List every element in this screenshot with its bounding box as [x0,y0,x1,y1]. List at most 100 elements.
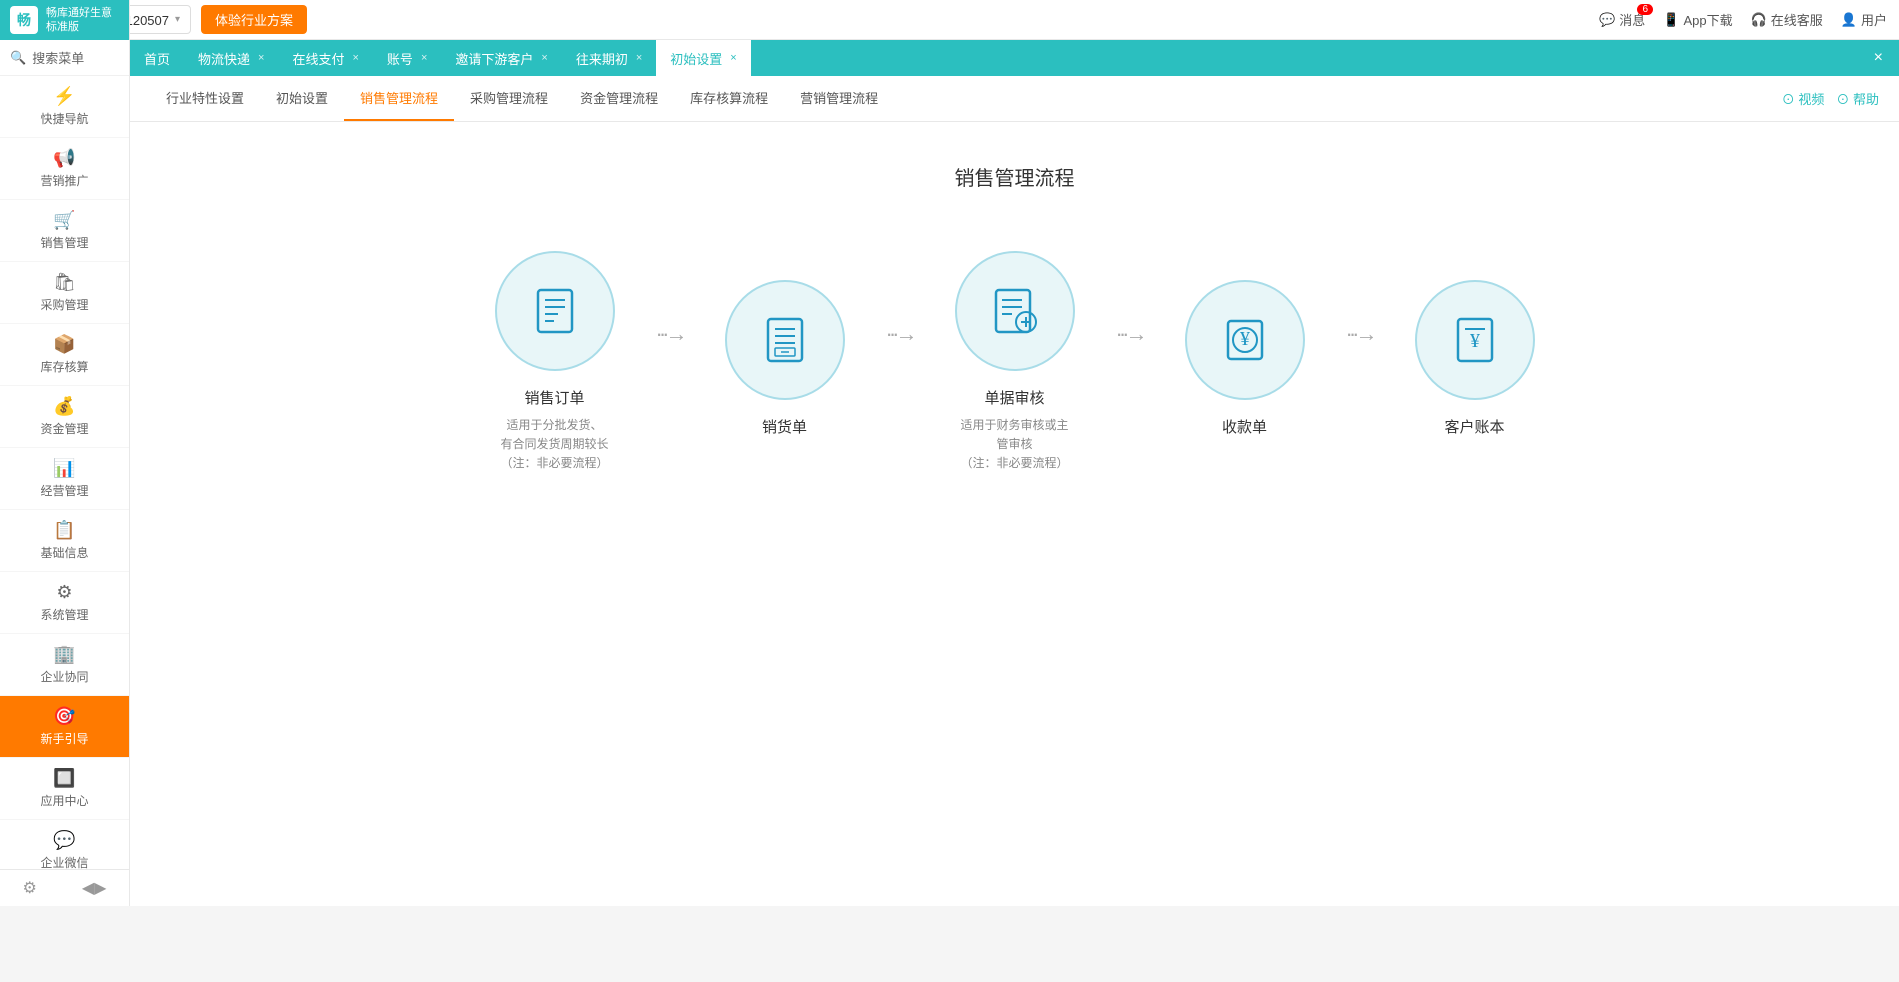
svg-text:¥: ¥ [1240,328,1250,350]
trial-button[interactable]: 体验行业方案 [201,5,307,34]
operations-icon: 📊 [53,458,75,479]
sidebar-item-label: 快捷导航 [40,110,88,127]
sidebar-search[interactable]: 🔍 搜索菜单 [0,40,129,76]
close-icon[interactable]: × [352,52,358,64]
close-icon[interactable]: × [421,52,427,64]
sub-tab-purchase-flow[interactable]: 采购管理流程 [454,76,564,121]
finance-icon: 💰 [53,396,75,417]
avatar-icon: 👤 [1841,12,1857,28]
online-service-button[interactable]: 🎧 在线客服 [1751,10,1823,29]
sub-tab-sales-flow[interactable]: 销售管理流程 [344,76,454,121]
tab-label: 往来期初 [576,49,628,68]
nav-tabs-close-all[interactable]: × [1874,49,1899,67]
sidebar-item-app-center[interactable]: 🔲 应用中心 [0,758,129,820]
close-icon[interactable]: × [258,52,264,64]
search-label: 搜索菜单 [32,48,84,67]
flow-step-title-sales-order: 销售订单 [524,387,584,408]
flow-arrow-3: ···→ [1105,321,1155,347]
sidebar-item-basic[interactable]: 📋 基础信息 [0,510,129,572]
flow-circle-account: ¥ [1415,280,1535,400]
tab-label: 邀请下游客户 [455,49,533,68]
flow-circle-audit [955,251,1075,371]
quick-nav-icon: ⚡ [53,86,75,107]
sidebar-item-guide[interactable]: 🎯 新手引导 [0,696,129,758]
sidebar-item-wechat[interactable]: 💬 企业微信 [0,820,129,869]
tab-init-settings[interactable]: 初始设置 × [656,40,750,76]
sales-icon: 🛒 [53,210,75,231]
flow-arrow-4: ···→ [1335,321,1385,347]
flow-circle-sales-order [495,251,615,371]
tab-home[interactable]: 首页 [130,40,184,76]
app-download-button[interactable]: 📱 App下载 [1663,10,1732,29]
flow-step-delivery[interactable]: 销货单 [695,280,875,445]
settings-bottom-icon[interactable]: ⚙ [23,878,37,898]
sidebar-item-quick-nav[interactable]: ⚡ 快捷导航 [0,76,129,138]
flow-step-sales-order[interactable]: 销售订单 适用于分批发货、有合同发货周期较长（注：非必要流程） [465,251,645,474]
app-download-label: App下载 [1683,10,1732,29]
sub-tab-industry[interactable]: 行业特性设置 [150,76,260,121]
tab-label: 首页 [144,49,170,68]
tab-period[interactable]: 往来期初 × [562,40,656,76]
tab-payment[interactable]: 在线支付 × [278,40,372,76]
tab-label: 初始设置 [670,49,722,68]
sidebar-item-enterprise[interactable]: 🏢 企业协同 [0,634,129,696]
flow-step-title-receipt: 收款单 [1222,416,1267,437]
video-link[interactable]: ⊙ 视频 [1782,89,1825,108]
flow-circle-receipt: ¥ [1185,280,1305,400]
sidebar-item-label: 库存核算 [40,358,88,375]
tab-label: 账号 [387,49,413,68]
flow-step-account[interactable]: ¥ 客户账本 [1385,280,1565,445]
sidebar-item-system[interactable]: ⚙ 系统管理 [0,572,129,634]
collapse-sidebar-icon[interactable]: ◀▶ [82,878,107,898]
tab-logistics[interactable]: 物流快递 × [184,40,278,76]
sidebar-item-operations[interactable]: 📊 经营管理 [0,448,129,510]
marketing-icon: 📢 [53,148,75,169]
sub-tab-finance-flow[interactable]: 资金管理流程 [564,76,674,121]
sidebar-item-label: 应用中心 [40,792,88,809]
app-center-icon: 🔲 [53,768,75,789]
tab-label: 在线支付 [292,49,344,68]
sidebar-item-finance[interactable]: 💰 资金管理 [0,386,129,448]
close-icon[interactable]: × [730,52,736,64]
main-content: 行业特性设置 初始设置 销售管理流程 采购管理流程 资金管理流程 库存核算流程 … [130,76,1899,906]
help-link[interactable]: ⊙ 帮助 [1836,89,1879,108]
flow-circle-delivery [725,280,845,400]
sidebar-item-label: 新手引导 [40,730,88,747]
sidebar-item-label: 销售管理 [40,234,88,251]
flow-diagram: 销售订单 适用于分批发货、有合同发货周期较长（注：非必要流程） ···→ 销货单… [130,251,1899,534]
sidebar-item-label: 采购管理 [40,296,88,313]
flow-step-receipt[interactable]: ¥ 收款单 [1155,280,1335,445]
sidebar-item-sales[interactable]: 🛒 销售管理 [0,200,129,262]
system-icon: ⚙ [56,582,72,603]
basic-icon: 📋 [53,520,75,541]
sidebar-item-label: 基础信息 [40,544,88,561]
messages-button[interactable]: 💬 消息 6 [1599,10,1645,29]
tab-label: 物流快递 [198,49,250,68]
user-menu-button[interactable]: 👤 用户 [1841,10,1887,29]
flow-arrow-1: ···→ [645,321,695,347]
logo-icon: 畅 [10,6,38,34]
sidebar-item-purchase[interactable]: 🛍 采购管理 [0,262,129,324]
sub-tab-inventory-flow[interactable]: 库存核算流程 [674,76,784,121]
sidebar-item-marketing[interactable]: 📢 营销推广 [0,138,129,200]
flow-step-audit[interactable]: 单据审核 适用于财务审核或主管审核（注：非必要流程） [925,251,1105,474]
nav-tabs: 首页 物流快递 × 在线支付 × 账号 × 邀请下游客户 × 往来期初 × 初始… [130,40,1899,76]
sub-tab-marketing-flow[interactable]: 营销管理流程 [784,76,894,121]
sub-tabs-actions: ⊙ 视频 ⊙ 帮助 [1782,89,1879,108]
page-title: 销售管理流程 [130,162,1899,191]
flow-step-title-account: 客户账本 [1444,416,1504,437]
flow-step-desc-audit: 适用于财务审核或主管审核（注：非必要流程） [960,416,1068,474]
tab-invite[interactable]: 邀请下游客户 × [441,40,561,76]
close-icon[interactable]: × [636,52,642,64]
sidebar-item-inventory[interactable]: 📦 库存核算 [0,324,129,386]
user-menu-label: 用户 [1861,10,1887,29]
guide-icon: 🎯 [53,706,75,727]
sidebar-menu: ⚡ 快捷导航 📢 营销推广 🛒 销售管理 🛍 采购管理 📦 库存核算 💰 资金管… [0,76,129,869]
tab-account[interactable]: 账号 × [373,40,441,76]
sidebar-item-label: 经营管理 [40,482,88,499]
sidebar-item-label: 营销推广 [40,172,88,189]
flow-step-title-audit: 单据审核 [984,387,1044,408]
sidebar-item-label: 企业微信 [40,854,88,869]
close-icon[interactable]: × [541,52,547,64]
sub-tab-init[interactable]: 初始设置 [260,76,344,121]
